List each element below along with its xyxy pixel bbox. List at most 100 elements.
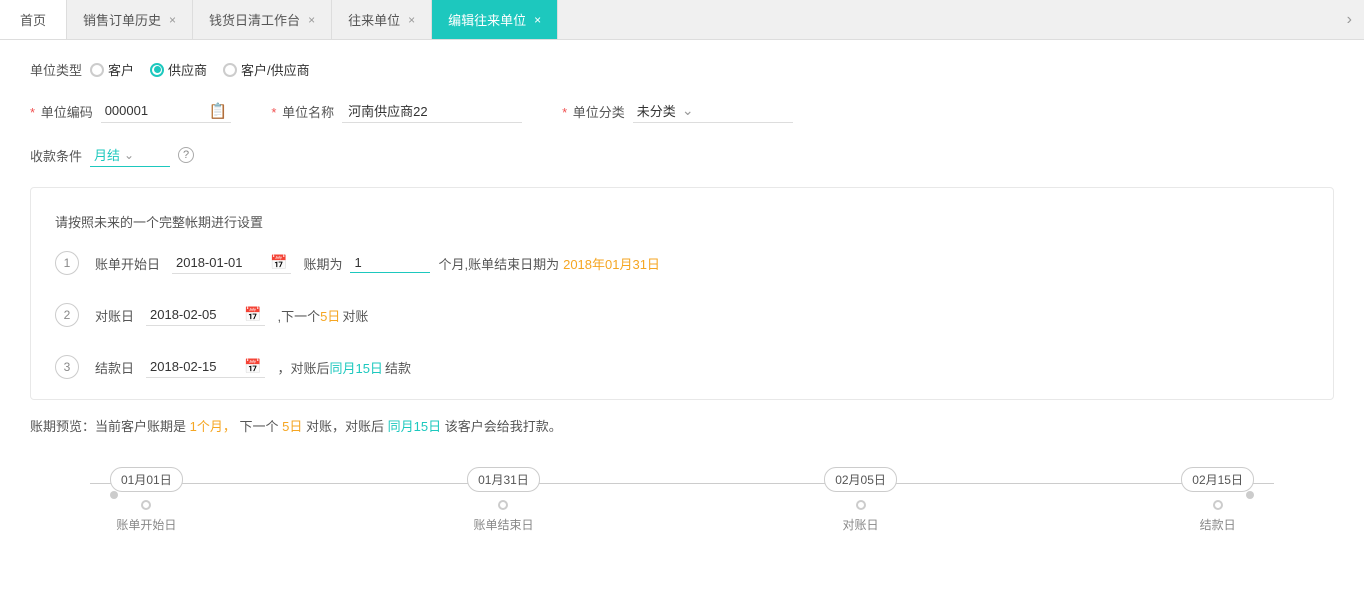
period-settings-title: 请按照未来的一个完整帐期进行设置 xyxy=(55,212,1309,231)
radio-customer-label: 客户 xyxy=(108,60,134,79)
step-2-highlight: 5日 xyxy=(320,306,340,325)
tabs-bar: 首页 销售订单历史 × 钱货日清工作台 × 往来单位 × 编辑往来单位 × › xyxy=(0,0,1364,40)
timeline-node-3: 02月05日 对账日 xyxy=(824,467,897,533)
step-2-calendar-icon[interactable]: 📅 xyxy=(244,306,261,323)
unit-info-row: * 单位编码 📋 * 单位名称 * 单位分类 未分类 ⌄ xyxy=(30,99,1334,123)
timeline-nodes: 01月01日 账单开始日 01月31日 账单结束日 02月05日 对账日 02月… xyxy=(70,467,1294,533)
step-3-date-field[interactable] xyxy=(150,359,240,374)
radio-customer-supplier-label: 客户/供应商 xyxy=(241,60,310,79)
timeline-node-1: 01月01日 账单开始日 xyxy=(110,467,183,533)
unit-name-input[interactable] xyxy=(342,99,522,123)
step-1-desc-after: 个月,账单结束日期为 xyxy=(438,254,559,273)
node-4-pill: 02月15日 xyxy=(1181,467,1254,492)
step-3-suffix: 结款 xyxy=(385,358,411,377)
unit-category-dropdown[interactable]: 未分类 ⌄ xyxy=(633,99,793,123)
step-3-desc: ，对账后 xyxy=(277,358,329,377)
tab-partner-units-close[interactable]: × xyxy=(408,13,415,27)
step-3-highlight: 同月15日 xyxy=(329,358,382,377)
period-settings-card: 请按照未来的一个完整帐期进行设置 1 账单开始日 📅 账期为 个月,账单结束日期… xyxy=(30,187,1334,400)
preview-end: 该客户会给我打款。 xyxy=(445,419,562,434)
step-row-3: 3 结款日 📅 ，对账后 同月15日 结款 xyxy=(55,355,1309,379)
unit-name-label: * 单位名称 xyxy=(271,102,334,121)
step-row-2: 2 对账日 📅 ,下一个 5日 对账 xyxy=(55,303,1309,327)
node-3-sub: 对账日 xyxy=(843,516,879,533)
timeline: 01月01日 账单开始日 01月31日 账单结束日 02月05日 对账日 02月… xyxy=(30,451,1334,541)
step-3-date-input[interactable]: 📅 xyxy=(146,356,265,378)
step-2-date-field[interactable] xyxy=(150,307,240,322)
timeline-start-dot xyxy=(110,491,118,499)
period-months-input[interactable] xyxy=(350,253,430,273)
unit-code-label: * 单位编码 xyxy=(30,102,93,121)
unit-category-item: * 单位分类 未分类 ⌄ xyxy=(562,99,793,123)
step-num-3: 3 xyxy=(55,355,79,379)
tab-sales-order-history-label: 销售订单历史 xyxy=(83,10,161,29)
preview-payment-highlight: 同月15日 xyxy=(388,419,441,434)
step-2-date-input[interactable]: 📅 xyxy=(146,304,265,326)
step-label-3: 结款日 xyxy=(95,358,134,377)
preview-label: 账期预览：当前客户账期是 xyxy=(30,419,186,434)
radio-customer-supplier-circle xyxy=(223,63,237,77)
payment-terms-dropdown[interactable]: 月结 ⌄ xyxy=(90,143,170,167)
tab-cash-goods-workbench-label: 钱货日清工作台 xyxy=(209,10,300,29)
tabs-arrow[interactable]: › xyxy=(1335,11,1364,29)
step-num-1: 1 xyxy=(55,251,79,275)
unit-code-input-wrapper[interactable]: 📋 xyxy=(101,100,232,123)
tab-edit-partner-unit-close[interactable]: × xyxy=(534,13,541,27)
step-label-2: 对账日 xyxy=(95,306,134,325)
radio-supplier-circle xyxy=(150,63,164,77)
payment-terms-dropdown-arrow: ⌄ xyxy=(124,148,134,162)
end-dot xyxy=(1246,491,1254,499)
node-4-dot xyxy=(1213,500,1223,510)
radio-customer-supplier[interactable]: 客户/供应商 xyxy=(223,60,310,79)
payment-terms-help-icon[interactable]: ? xyxy=(178,147,194,163)
unit-type-item: 单位类型 客户 供应商 客户/供应商 xyxy=(30,60,310,79)
tab-cash-goods-workbench[interactable]: 钱货日清工作台 × xyxy=(193,0,332,39)
node-2-pill: 01月31日 xyxy=(467,467,540,492)
timeline-node-4: 02月15日 结款日 xyxy=(1181,467,1254,533)
tab-home[interactable]: 首页 xyxy=(0,0,67,39)
tab-partner-units[interactable]: 往来单位 × xyxy=(332,0,432,39)
unit-code-item: * 单位编码 📋 xyxy=(30,100,231,123)
preview-reconcile-suffix: 对账，对账后 xyxy=(306,419,384,434)
step-1-date-field[interactable] xyxy=(176,255,266,270)
step-row-1: 1 账单开始日 📅 账期为 个月,账单结束日期为 2018年01月31日 xyxy=(55,251,1309,275)
node-3-dot xyxy=(856,500,866,510)
tab-sales-order-history-close[interactable]: × xyxy=(169,13,176,27)
node-4-sub: 结款日 xyxy=(1200,516,1236,533)
preview-reconcile-prefix: 下一个 xyxy=(240,419,279,434)
tab-cash-goods-workbench-close[interactable]: × xyxy=(308,13,315,27)
tab-home-label: 首页 xyxy=(20,10,46,29)
tab-edit-partner-unit-label: 编辑往来单位 xyxy=(448,10,526,29)
step-1-desc-before: 账期为 xyxy=(303,254,342,273)
payment-terms-item: 收款条件 月结 ⌄ ? xyxy=(30,143,194,167)
timeline-end-dot xyxy=(1246,491,1254,499)
radio-customer[interactable]: 客户 xyxy=(90,60,134,79)
preview-text: 账期预览：当前客户账期是 1个月， 下一个 5日 对账，对账后 同月15日 该客… xyxy=(30,416,1334,435)
step-1-calendar-icon[interactable]: 📅 xyxy=(270,254,287,271)
step-3-calendar-icon[interactable]: 📅 xyxy=(244,358,261,375)
unit-category-arrow: ⌄ xyxy=(682,102,694,119)
node-1-dot xyxy=(141,500,151,510)
step-1-date-input[interactable]: 📅 xyxy=(172,252,291,274)
step-num-2: 2 xyxy=(55,303,79,327)
payment-terms-label: 收款条件 xyxy=(30,146,82,165)
step-2-desc: ,下一个 xyxy=(277,306,320,325)
page-content: 单位类型 客户 供应商 客户/供应商 * 单位编码 xyxy=(0,40,1364,608)
tab-edit-partner-unit[interactable]: 编辑往来单位 × xyxy=(432,0,558,39)
calendar-icon[interactable]: 📋 xyxy=(209,102,228,120)
unit-name-item: * 单位名称 xyxy=(271,99,522,123)
radio-supplier[interactable]: 供应商 xyxy=(150,60,207,79)
tab-sales-order-history[interactable]: 销售订单历史 × xyxy=(67,0,193,39)
unit-category-value: 未分类 xyxy=(637,101,676,120)
start-dot xyxy=(110,491,118,499)
tab-partner-units-label: 往来单位 xyxy=(348,10,400,29)
preview-period: 1个月， xyxy=(190,419,236,434)
node-3-pill: 02月05日 xyxy=(824,467,897,492)
unit-category-label: * 单位分类 xyxy=(562,102,625,121)
unit-type-radio-group: 客户 供应商 客户/供应商 xyxy=(90,60,310,79)
payment-terms-value: 月结 xyxy=(94,145,120,164)
payment-terms-row: 收款条件 月结 ⌄ ? xyxy=(30,143,1334,167)
unit-code-input[interactable] xyxy=(105,103,205,118)
node-2-sub: 账单结束日 xyxy=(473,516,533,533)
step-2-suffix: 对账 xyxy=(342,306,368,325)
